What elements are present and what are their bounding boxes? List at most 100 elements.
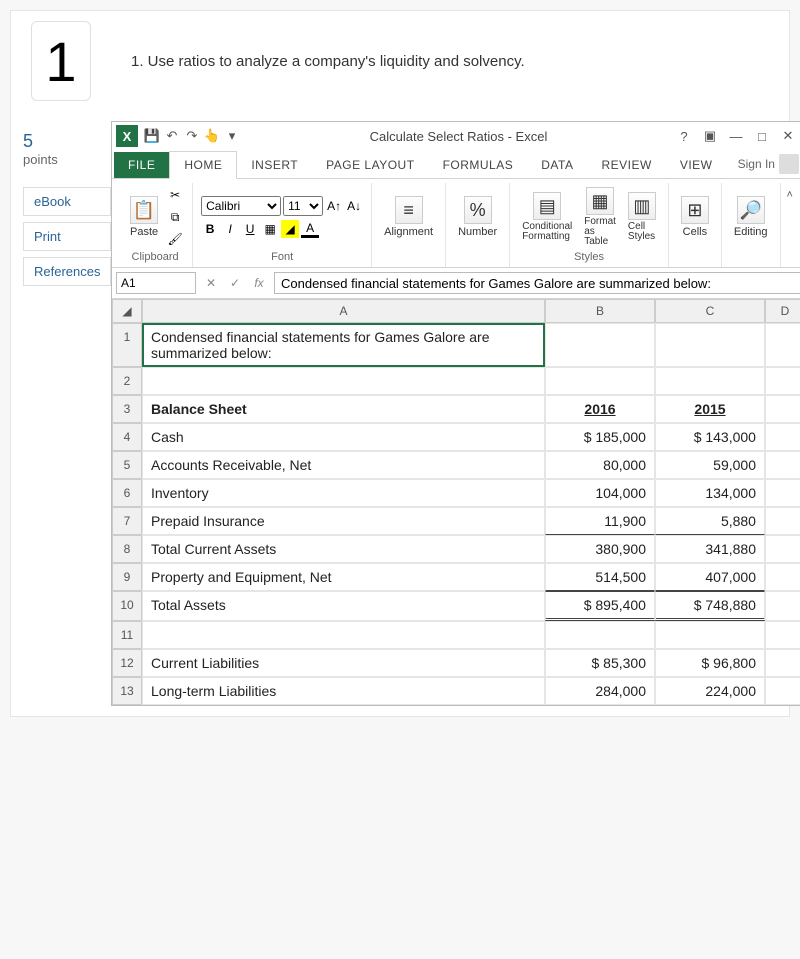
cell[interactable]: 2015 (655, 395, 765, 423)
cell[interactable]: Long-term Liabilities (142, 677, 545, 705)
cell[interactable]: Balance Sheet (142, 395, 545, 423)
cell[interactable]: Property and Equipment, Net (142, 563, 545, 591)
cell[interactable]: Total Current Assets (142, 535, 545, 563)
shrink-font-icon[interactable]: A↓ (345, 197, 363, 215)
cell[interactable] (765, 423, 800, 451)
row-header[interactable]: 3 (112, 395, 142, 423)
tab-file[interactable]: FILE (114, 152, 169, 178)
cell[interactable]: 514,500 (545, 563, 655, 591)
italic-button[interactable]: I (221, 220, 239, 238)
cell[interactable] (765, 323, 800, 367)
cell[interactable]: Accounts Receivable, Net (142, 451, 545, 479)
grow-font-icon[interactable]: A↑ (325, 197, 343, 215)
paste-button[interactable]: 📋 Paste (126, 194, 162, 240)
cell[interactable]: Inventory (142, 479, 545, 507)
cell[interactable] (765, 621, 800, 649)
cell[interactable]: $ 96,800 (655, 649, 765, 677)
cell[interactable]: Total Assets (142, 591, 545, 621)
cell[interactable] (765, 367, 800, 395)
alignment-button[interactable]: ≡ Alignment (380, 194, 437, 240)
underline-button[interactable]: U (241, 220, 259, 238)
tab-formulas[interactable]: FORMULAS (429, 152, 528, 178)
row-header[interactable]: 10 (112, 591, 142, 621)
cell-a1[interactable]: Condensed financial statements for Games… (142, 323, 545, 367)
copy-icon[interactable]: ⧉ (166, 208, 184, 226)
row-header[interactable]: 13 (112, 677, 142, 705)
row-header[interactable]: 1 (112, 323, 142, 367)
help-icon[interactable]: ? (675, 127, 693, 145)
col-header-a[interactable]: A (142, 299, 545, 323)
cell[interactable] (545, 621, 655, 649)
cell[interactable]: Current Liabilities (142, 649, 545, 677)
qat-customize-icon[interactable]: ▾ (222, 126, 242, 146)
cell[interactable]: Cash (142, 423, 545, 451)
cell[interactable] (765, 451, 800, 479)
touch-mode-icon[interactable]: 👆 (202, 126, 222, 146)
font-name-select[interactable]: Calibri (201, 196, 281, 216)
cell[interactable]: $ 748,880 (655, 591, 765, 621)
enter-formula-icon[interactable]: ✓ (226, 274, 244, 292)
cell[interactable] (142, 367, 545, 395)
cell[interactable] (765, 649, 800, 677)
row-header[interactable]: 7 (112, 507, 142, 535)
number-format-button[interactable]: % Number (454, 194, 501, 240)
cell-styles-button[interactable]: ▥ Cell Styles (624, 190, 660, 244)
cell[interactable]: 104,000 (545, 479, 655, 507)
fill-color-icon[interactable]: ◢ (281, 220, 299, 238)
col-header-b[interactable]: B (545, 299, 655, 323)
cell[interactable] (765, 563, 800, 591)
tab-home[interactable]: HOME (169, 151, 237, 179)
tab-page-layout[interactable]: PAGE LAYOUT (312, 152, 428, 178)
cell[interactable] (545, 367, 655, 395)
cell[interactable] (765, 507, 800, 535)
close-icon[interactable]: ✕ (779, 127, 797, 145)
cells-button[interactable]: ⊞ Cells (677, 194, 713, 240)
format-painter-icon[interactable]: 🖌 (166, 230, 184, 248)
undo-icon[interactable]: ↶ (162, 126, 182, 146)
cell[interactable]: 11,900 (545, 507, 655, 535)
fx-icon[interactable]: fx (250, 274, 268, 292)
print-link[interactable]: Print (23, 222, 111, 251)
collapse-ribbon-icon[interactable]: ˄ (781, 183, 799, 267)
cell[interactable]: Prepaid Insurance (142, 507, 545, 535)
sign-in-button[interactable]: Sign In (732, 150, 800, 178)
cell[interactable]: 80,000 (545, 451, 655, 479)
maximize-icon[interactable]: □ (753, 127, 771, 145)
name-box[interactable] (116, 272, 196, 294)
row-header[interactable]: 4 (112, 423, 142, 451)
cell[interactable] (765, 535, 800, 563)
row-header[interactable]: 5 (112, 451, 142, 479)
redo-icon[interactable]: ↷ (182, 126, 202, 146)
bold-button[interactable]: B (201, 220, 219, 238)
font-size-select[interactable]: 11 (283, 196, 323, 216)
cell[interactable]: 134,000 (655, 479, 765, 507)
ebook-link[interactable]: eBook (23, 187, 111, 216)
cell[interactable]: 407,000 (655, 563, 765, 591)
col-header-d[interactable]: D (765, 299, 800, 323)
cut-icon[interactable]: ✂ (166, 186, 184, 204)
cell[interactable]: $ 895,400 (545, 591, 655, 621)
row-header[interactable]: 6 (112, 479, 142, 507)
cell[interactable] (765, 677, 800, 705)
cell[interactable] (655, 367, 765, 395)
cancel-formula-icon[interactable]: ✕ (202, 274, 220, 292)
ribbon-options-icon[interactable]: ▣ (701, 127, 719, 145)
cell[interactable]: 2016 (545, 395, 655, 423)
editing-button[interactable]: 🔎 Editing (730, 194, 772, 240)
cell[interactable] (655, 621, 765, 649)
tab-view[interactable]: VIEW (666, 152, 727, 178)
format-as-table-button[interactable]: ▦ Format as Table (580, 185, 620, 249)
cell[interactable]: $ 143,000 (655, 423, 765, 451)
row-header[interactable]: 9 (112, 563, 142, 591)
select-all-corner[interactable]: ◢ (112, 299, 142, 323)
conditional-formatting-button[interactable]: ▤ Conditional Formatting (518, 190, 576, 244)
row-header[interactable]: 12 (112, 649, 142, 677)
row-header[interactable]: 8 (112, 535, 142, 563)
cell[interactable]: 59,000 (655, 451, 765, 479)
cell[interactable] (655, 323, 765, 367)
cell[interactable]: 380,900 (545, 535, 655, 563)
cell[interactable] (765, 395, 800, 423)
row-header[interactable]: 11 (112, 621, 142, 649)
cell[interactable]: 284,000 (545, 677, 655, 705)
tab-insert[interactable]: INSERT (237, 152, 312, 178)
